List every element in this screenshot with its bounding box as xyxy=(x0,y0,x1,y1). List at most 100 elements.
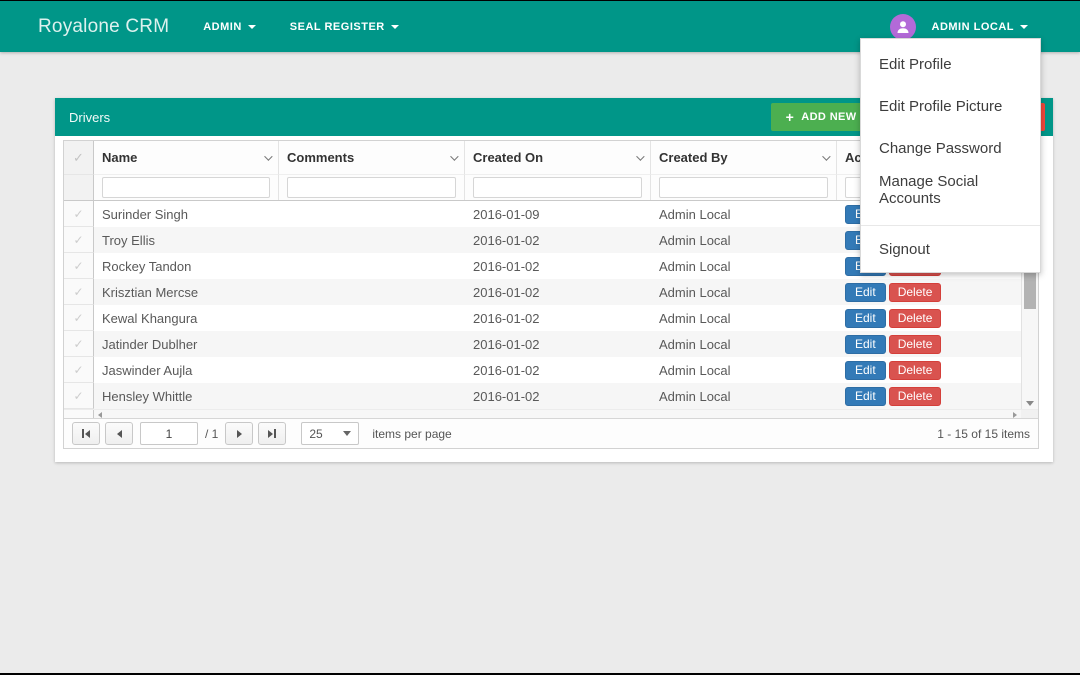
scroll-left-arrow-icon[interactable] xyxy=(94,410,106,419)
page-size-value: 25 xyxy=(309,426,323,441)
delete-button[interactable]: Delete xyxy=(888,386,942,406)
column-menu-chevron-icon[interactable] xyxy=(450,151,459,161)
cell-actions: Edit Delete xyxy=(837,305,1023,331)
filter-input-created-on[interactable] xyxy=(473,177,642,198)
column-menu-chevron-icon[interactable] xyxy=(822,151,831,161)
row-select-cell[interactable]: ✓ xyxy=(64,201,94,227)
nav-menu-admin-label: ADMIN xyxy=(203,20,242,33)
menu-item-change-password[interactable]: Change Password xyxy=(861,127,1040,169)
page-size-select[interactable]: 25 xyxy=(301,422,360,445)
plus-icon: + xyxy=(785,109,795,125)
row-select-cell[interactable]: ✓ xyxy=(64,357,94,383)
edit-button[interactable]: Edit xyxy=(845,334,886,354)
column-header-comments-label: Comments xyxy=(287,150,355,165)
cell-created-by: Admin Local xyxy=(659,362,731,378)
menu-spacer xyxy=(861,211,1040,225)
nav-menu-admin[interactable]: ADMIN xyxy=(203,21,256,33)
check-icon: ✓ xyxy=(73,362,84,377)
cell-created-by: Admin Local xyxy=(659,206,731,222)
hscroll-left-spacer xyxy=(64,410,94,418)
table-row: ✓ Jatinder Dublher 2016-01-02 Admin Loca… xyxy=(64,331,1038,357)
horizontal-scrollbar[interactable] xyxy=(94,410,1021,418)
edit-button[interactable]: Edit xyxy=(845,360,886,380)
row-select-cell[interactable]: ✓ xyxy=(64,331,94,357)
menu-item-edit-profile[interactable]: Edit Profile xyxy=(861,43,1040,85)
check-icon: ✓ xyxy=(73,206,84,221)
row-select-cell[interactable]: ✓ xyxy=(64,253,94,279)
cell-created-by: Admin Local xyxy=(659,284,731,300)
nav-menu-seal-register[interactable]: SEAL REGISTER xyxy=(290,21,399,33)
column-header-name[interactable]: Name xyxy=(94,141,279,175)
filter-input-created-by[interactable] xyxy=(659,177,828,198)
user-name-label: ADMIN LOCAL xyxy=(931,20,1014,33)
row-select-cell[interactable]: ✓ xyxy=(64,305,94,331)
cell-created-on: 2016-01-02 xyxy=(473,258,540,274)
edit-button[interactable]: Edit xyxy=(845,282,886,302)
filter-input-name[interactable] xyxy=(102,177,270,198)
cell-comments xyxy=(279,305,465,331)
column-header-created-by-label: Created By xyxy=(659,150,728,165)
column-menu-chevron-icon[interactable] xyxy=(264,151,273,161)
check-icon: ✓ xyxy=(73,310,84,325)
select-all-column-header[interactable]: ✓ xyxy=(64,141,94,175)
panel-title: Drivers xyxy=(69,109,111,125)
user-menu-toggle[interactable]: ADMIN LOCAL xyxy=(931,20,1028,33)
cell-comments xyxy=(279,253,465,279)
avatar[interactable] xyxy=(889,13,916,40)
row-select-cell[interactable]: ✓ xyxy=(64,279,94,305)
menu-item-manage-social-accounts[interactable]: Manage Social Accounts xyxy=(861,169,1040,211)
scroll-right-arrow-icon[interactable] xyxy=(1009,410,1021,419)
check-icon: ✓ xyxy=(73,149,84,165)
cell-actions: Edit Delete xyxy=(837,331,1023,357)
cell-comments xyxy=(279,357,465,383)
menu-item-edit-profile-picture[interactable]: Edit Profile Picture xyxy=(861,85,1040,127)
chevron-down-icon xyxy=(1020,24,1028,29)
pager-first-page-button[interactable] xyxy=(72,422,100,445)
cell-created-on: 2016-01-02 xyxy=(473,310,540,326)
delete-button[interactable]: Delete xyxy=(888,360,942,380)
scrollbar-corner xyxy=(1021,410,1038,418)
chevron-down-icon xyxy=(247,24,256,29)
window-top-edge xyxy=(0,0,1080,1)
column-header-created-by[interactable]: Created By xyxy=(651,141,837,175)
app-brand: Royalone CRM xyxy=(38,15,170,37)
edit-button[interactable]: Edit xyxy=(845,386,886,406)
column-header-comments[interactable]: Comments xyxy=(279,141,465,175)
filter-cell-created-on xyxy=(465,175,651,200)
cell-actions: Edit Delete xyxy=(837,279,1023,305)
column-header-created-on[interactable]: Created On xyxy=(465,141,651,175)
menu-item-label: Change Password xyxy=(879,139,1002,157)
row-select-cell[interactable]: ✓ xyxy=(64,383,94,409)
cell-name: Troy Ellis xyxy=(102,232,155,248)
menu-item-signout[interactable]: Signout xyxy=(861,226,1040,272)
pager-previous-page-button[interactable] xyxy=(105,422,133,445)
scroll-down-arrow-icon[interactable] xyxy=(1022,397,1038,409)
pager-next-page-button[interactable] xyxy=(225,422,254,445)
pager-last-page-button[interactable] xyxy=(258,422,287,445)
horizontal-scrollbar-row xyxy=(64,409,1038,418)
cell-created-on: 2016-01-02 xyxy=(473,336,540,352)
delete-button[interactable]: Delete xyxy=(888,334,942,354)
pager-total-pages-label: / 1 xyxy=(205,426,219,441)
table-row: ✓ Hensley Whittle 2016-01-02 Admin Local… xyxy=(64,383,1038,409)
user-menu-items-container: Edit Profile Edit Profile Picture Change P… xyxy=(861,43,1040,211)
row-select-cell[interactable]: ✓ xyxy=(64,227,94,253)
delete-button[interactable]: Delete xyxy=(888,282,942,302)
delete-button[interactable]: Delete xyxy=(888,308,942,328)
cell-created-on: 2016-01-02 xyxy=(473,362,540,378)
edit-button[interactable]: Edit xyxy=(845,308,886,328)
cell-created-on: 2016-01-02 xyxy=(473,232,540,248)
chevron-down-icon xyxy=(390,24,399,29)
cell-name: Krisztian Mercse xyxy=(102,284,199,300)
cell-created-on: 2016-01-02 xyxy=(473,284,540,300)
cell-name: Hensley Whittle xyxy=(102,388,193,404)
filter-input-comments[interactable] xyxy=(287,177,456,198)
cell-created-on: 2016-01-02 xyxy=(473,388,540,404)
pager-page-input[interactable] xyxy=(140,422,198,445)
check-icon: ✓ xyxy=(73,284,84,299)
cell-name: Surinder Singh xyxy=(102,206,188,222)
cell-created-by: Admin Local xyxy=(659,232,731,248)
column-menu-chevron-icon[interactable] xyxy=(636,151,645,161)
table-row: ✓ Krisztian Mercse 2016-01-02 Admin Loca… xyxy=(64,279,1038,305)
menu-item-label: Edit Profile xyxy=(879,55,952,73)
